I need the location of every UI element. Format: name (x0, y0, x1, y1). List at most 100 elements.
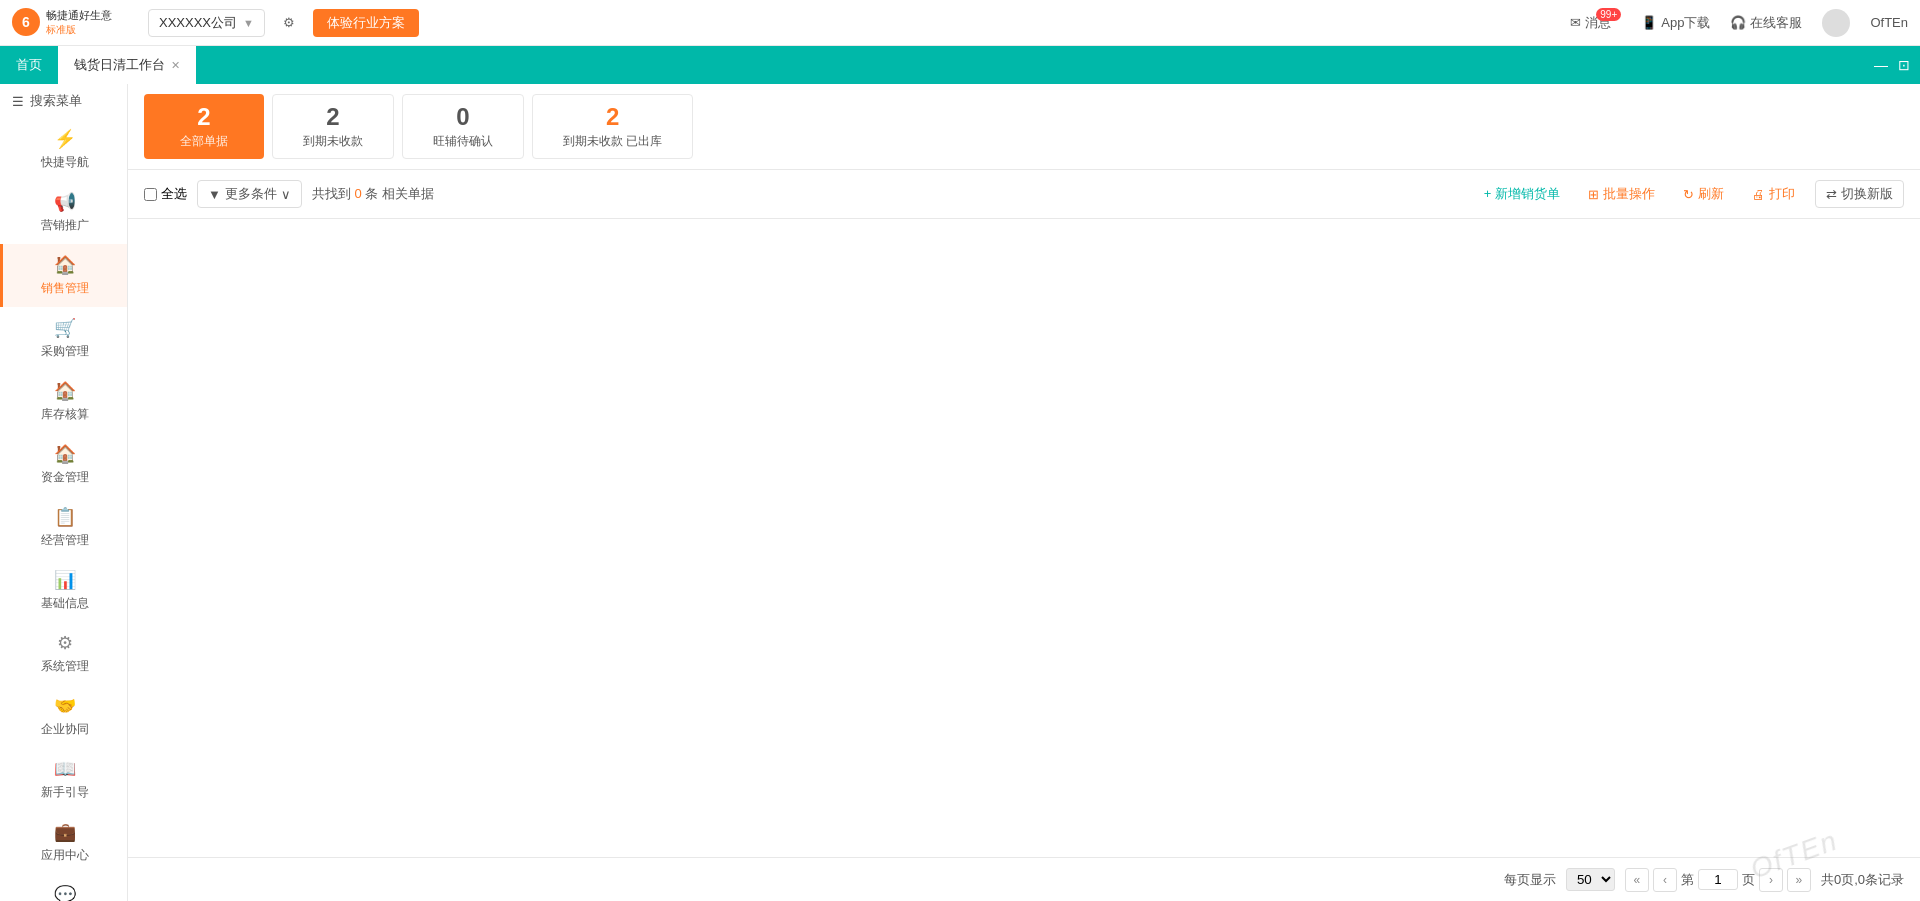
sidebar-item-wechat[interactable]: 💬 企业微信 (0, 874, 127, 901)
card-overdue-out-label: 到期未收款 已出库 (563, 133, 662, 150)
basic-info-icon: 📊 (54, 569, 76, 591)
lightning-icon: ⚡ (54, 128, 76, 150)
prev-page-button[interactable]: ‹ (1653, 868, 1677, 892)
sidebar-item-capital[interactable]: 🏠 资金管理 (0, 433, 127, 496)
per-page-select[interactable]: 50 (1566, 868, 1615, 891)
sidebar-item-sales[interactable]: 🏠 销售管理 (0, 244, 127, 307)
tab-close-icon[interactable]: ✕ (171, 59, 180, 72)
card-pending[interactable]: 0 旺辅待确认 (402, 94, 524, 159)
card-overdue[interactable]: 2 到期未收款 (272, 94, 394, 159)
card-overdue-out-number: 2 (606, 103, 619, 131)
search-menu-label: 搜索菜单 (30, 92, 82, 110)
card-all[interactable]: 2 全部单据 (144, 94, 264, 159)
sidebar-item-quick-nav[interactable]: ⚡ 快捷导航 (0, 118, 127, 181)
capital-icon: 🏠 (54, 443, 76, 465)
user-name: OfTEn (1870, 15, 1908, 30)
sales-icon: 🏠 (54, 254, 76, 276)
logo-area: 6 畅捷通好生意 标准版 (12, 8, 140, 36)
next-page-button[interactable]: › (1759, 868, 1783, 892)
app-center-icon: 💼 (54, 821, 76, 843)
card-overdue-label: 到期未收款 (303, 133, 363, 150)
card-all-label: 全部单据 (180, 133, 228, 150)
gear-icon: ⚙ (283, 15, 295, 30)
nav-tabs: 首页 钱货日清工作台 ✕ — ⊡ (0, 46, 1920, 84)
print-button[interactable]: 🖨 打印 (1744, 181, 1803, 207)
toolbar: 全选 ▼ 更多条件 ∨ 共找到 0 条 相关单据 + 新增销货单 (128, 170, 1920, 219)
chevron-down-filter-icon: ∨ (281, 187, 291, 202)
select-all-checkbox[interactable]: 全选 (144, 185, 187, 203)
operations-icon: 📋 (54, 506, 76, 528)
quick-nav-label: 快捷导航 (41, 154, 89, 171)
sidebar-item-purchase[interactable]: 🛒 采购管理 (0, 307, 127, 370)
trial-button[interactable]: 体验行业方案 (313, 9, 419, 37)
found-count-text: 共找到 0 条 相关单据 (312, 185, 434, 203)
page-navigation: « ‹ 第 页 › » (1625, 868, 1811, 892)
batch-ops-button[interactable]: ⊞ 批量操作 (1580, 181, 1663, 207)
card-overdue-out[interactable]: 2 到期未收款 已出库 (532, 94, 693, 159)
refresh-button[interactable]: ↻ 刷新 (1675, 181, 1732, 207)
megaphone-icon: 📢 (54, 191, 76, 213)
top-header: 6 畅捷通好生意 标准版 XXXXXX公司 ▼ ⚙ 体验行业方案 ✉ 消息 99… (0, 0, 1920, 46)
inventory-icon: 🏠 (54, 380, 76, 402)
app-center-label: 应用中心 (41, 847, 89, 864)
header-right: ✉ 消息 99+ 📱 App下载 🎧 在线客服 OfTEn (1570, 9, 1908, 37)
app-subtitle: 标准版 (46, 23, 112, 37)
last-page-button[interactable]: » (1787, 868, 1811, 892)
message-button[interactable]: ✉ 消息 99+ (1570, 14, 1611, 32)
company-name: XXXXXX公司 (159, 14, 237, 32)
sidebar-item-guide[interactable]: 📖 新手引导 (0, 748, 127, 811)
sidebar-item-search[interactable]: ☰ 搜索菜单 (0, 84, 127, 118)
settings-button[interactable]: ⚙ (275, 9, 303, 37)
phone-icon: 📱 (1641, 15, 1657, 30)
tab-maximize-icon[interactable]: ⊡ (1898, 57, 1910, 73)
tab-minimize-icon[interactable]: — (1874, 57, 1888, 73)
select-all-label: 全选 (161, 185, 187, 203)
sidebar-item-marketing[interactable]: 📢 营销推广 (0, 181, 127, 244)
home-tab-label: 首页 (16, 56, 42, 74)
batch-icon: ⊞ (1588, 187, 1599, 202)
search-icon: ☰ (12, 94, 24, 109)
card-pending-number: 0 (456, 103, 469, 131)
sidebar-item-enterprise[interactable]: 🤝 企业协同 (0, 685, 127, 748)
page-total: 共0页,0条记录 (1821, 871, 1904, 889)
operations-label: 经营管理 (41, 532, 89, 549)
tab-home[interactable]: 首页 (0, 46, 58, 84)
sidebar-item-inventory[interactable]: 🏠 库存核算 (0, 370, 127, 433)
toolbar-right: + 新增销货单 ⊞ 批量操作 ↻ 刷新 🖨 打印 ⇄ 切换新版 (1476, 180, 1904, 208)
page-input[interactable] (1698, 869, 1738, 890)
app-download-button[interactable]: 📱 App下载 (1641, 14, 1710, 32)
company-selector[interactable]: XXXXXX公司 ▼ (148, 9, 265, 37)
sidebar-item-system[interactable]: ⚙ 系统管理 (0, 622, 127, 685)
sales-label: 销售管理 (41, 280, 89, 297)
summary-cards: 2 全部单据 2 到期未收款 0 旺辅待确认 2 到期未收款 已出库 (128, 84, 1920, 170)
cart-icon: 🛒 (54, 317, 76, 339)
system-icon: ⚙ (57, 632, 73, 654)
data-area (128, 219, 1920, 857)
found-number: 0 (355, 186, 362, 201)
page-prefix: 第 (1681, 871, 1694, 889)
guide-icon: 📖 (54, 758, 76, 780)
card-all-number: 2 (197, 103, 210, 131)
select-all-input[interactable] (144, 188, 157, 201)
capital-label: 资金管理 (41, 469, 89, 486)
avatar[interactable] (1822, 9, 1850, 37)
cash-work-tab-label: 钱货日清工作台 (74, 56, 165, 74)
sidebar-item-operations[interactable]: 📋 经营管理 (0, 496, 127, 559)
first-page-button[interactable]: « (1625, 868, 1649, 892)
card-pending-label: 旺辅待确认 (433, 133, 493, 150)
filter-icon: ▼ (208, 187, 221, 202)
add-sales-button[interactable]: + 新增销货单 (1476, 181, 1568, 207)
message-icon: ✉ (1570, 15, 1581, 30)
online-support-button[interactable]: 🎧 在线客服 (1730, 14, 1802, 32)
headset-icon: 🎧 (1730, 15, 1746, 30)
enterprise-label: 企业协同 (41, 721, 89, 738)
switch-new-button[interactable]: ⇄ 切换新版 (1815, 180, 1904, 208)
tab-cash-work[interactable]: 钱货日清工作台 ✕ (58, 46, 196, 84)
sidebar-item-app-center[interactable]: 💼 应用中心 (0, 811, 127, 874)
sidebar-item-basic-info[interactable]: 📊 基础信息 (0, 559, 127, 622)
guide-label: 新手引导 (41, 784, 89, 801)
more-filters-button[interactable]: ▼ 更多条件 ∨ (197, 180, 302, 208)
card-overdue-number: 2 (326, 103, 339, 131)
basic-info-label: 基础信息 (41, 595, 89, 612)
app-title: 畅捷通好生意 (46, 8, 112, 22)
